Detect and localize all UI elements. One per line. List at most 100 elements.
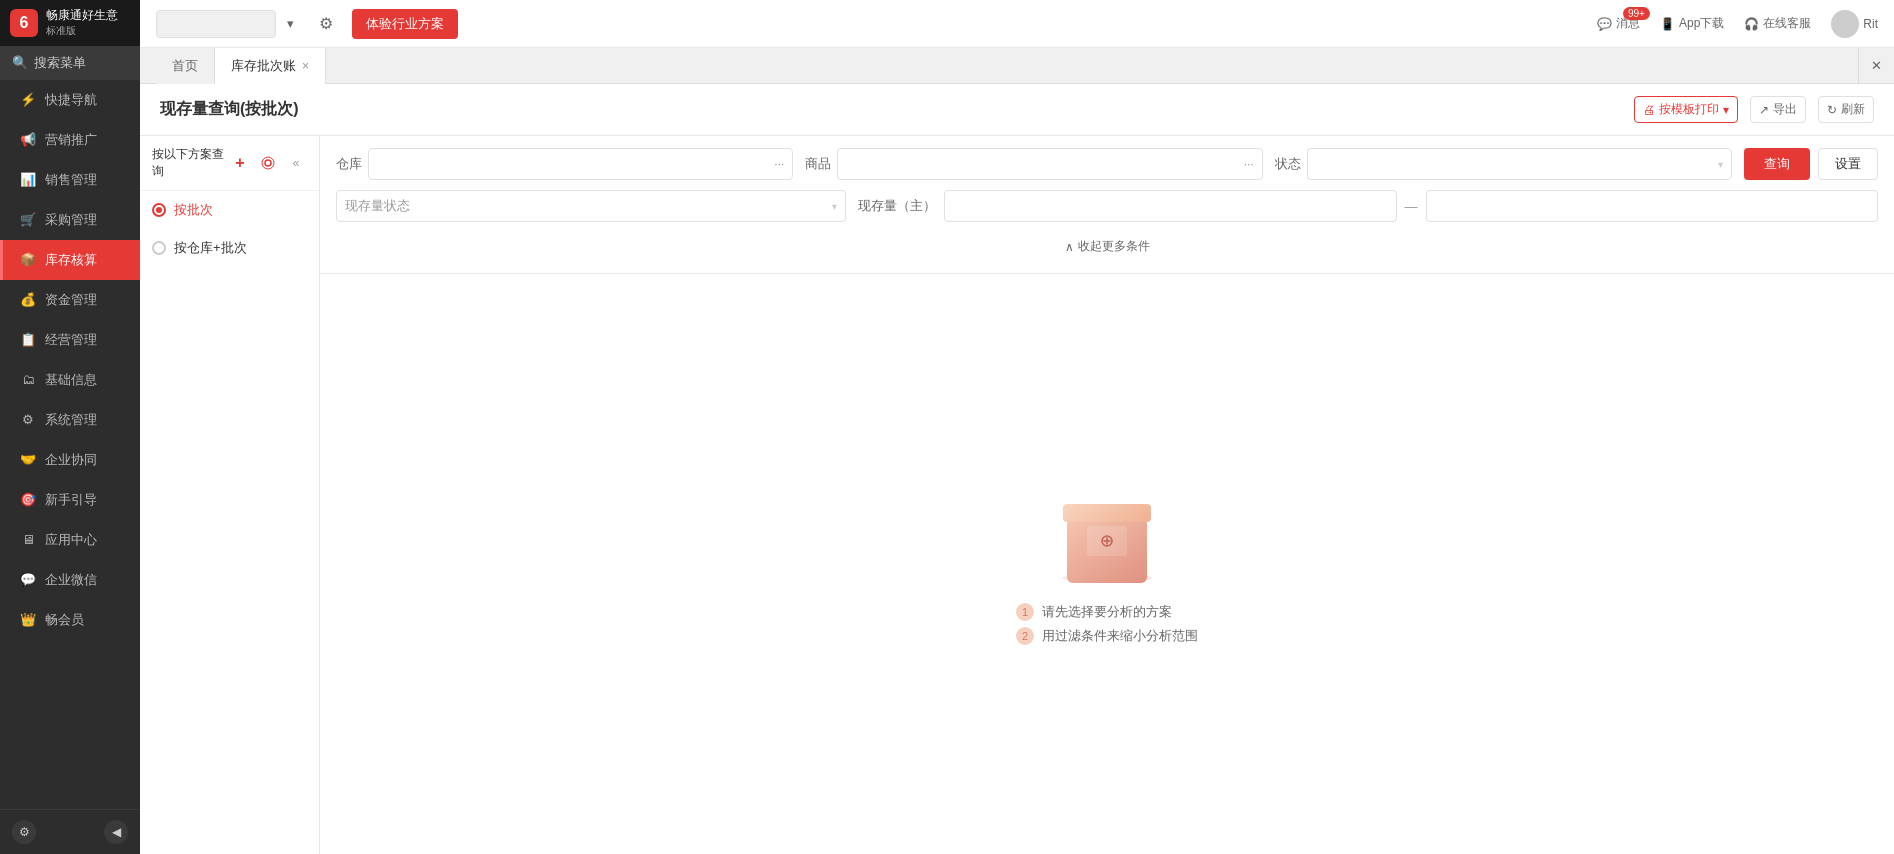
quantity-min-input[interactable] <box>945 199 1396 214</box>
svg-point-1 <box>262 157 274 169</box>
left-panel-title: 按以下方案查询 <box>152 146 229 180</box>
wechat-icon: 💬 <box>19 571 37 589</box>
status-field: 状态 ▾ <box>1275 148 1732 180</box>
online-service-btn[interactable]: 🎧 在线客服 <box>1744 15 1811 32</box>
left-panel: 按以下方案查询 + « 按批次 <box>140 136 320 854</box>
export-label: 导出 <box>1773 101 1797 118</box>
topbar-dropdown-btn[interactable]: ▾ <box>280 14 300 34</box>
app-edition: 标准版 <box>46 24 118 38</box>
refresh-btn[interactable]: ↻ 刷新 <box>1818 96 1874 123</box>
left-panel-actions: + « <box>229 152 307 174</box>
sidebar-item-inventory[interactable]: 📦 库存核算 <box>0 240 140 280</box>
inventory-icon: 📦 <box>19 251 37 269</box>
sidebar-item-quick-nav[interactable]: ⚡ 快捷导航 <box>0 80 140 120</box>
tab-inventory-batch[interactable]: 库存批次账 × <box>215 48 326 84</box>
search-menu-btn[interactable]: 🔍 搜索菜单 <box>0 46 140 80</box>
sidebar-item-newbie[interactable]: 🎯 新手引导 <box>0 480 140 520</box>
export-btn[interactable]: ↗ 导出 <box>1750 96 1806 123</box>
sidebar-footer: ⚙ ◀ <box>0 809 140 854</box>
app-download-btn[interactable]: 📱 App下载 <box>1660 15 1724 32</box>
sidebar-item-label: 销售管理 <box>45 171 97 189</box>
printer-icon: 🖨 <box>1643 103 1655 117</box>
warehouse-field: 仓库 ··· <box>336 148 793 180</box>
product-label: 商品 <box>805 155 831 173</box>
sidebar-item-label: 新手引导 <box>45 491 97 509</box>
status-select[interactable]: ▾ <box>1307 148 1732 180</box>
product-input[interactable] <box>838 157 1235 172</box>
sidebar-item-purchase[interactable]: 🛒 采购管理 <box>0 200 140 240</box>
username-label: Rit <box>1863 17 1878 31</box>
scheme-settings-btn[interactable] <box>257 152 279 174</box>
experience-btn[interactable]: 体验行业方案 <box>352 9 458 39</box>
sidebar-item-marketing[interactable]: 📢 营销推广 <box>0 120 140 160</box>
message-icon: 💬 <box>1597 17 1612 31</box>
hint-num-1: 1 <box>1016 603 1034 621</box>
sidebar-item-member[interactable]: 👑 畅会员 <box>0 600 140 640</box>
add-scheme-btn[interactable]: + <box>229 152 251 174</box>
phone-icon: 📱 <box>1660 17 1675 31</box>
sidebar-item-enterprise-wechat[interactable]: 💬 企业微信 <box>0 560 140 600</box>
quantity-min-input-wrap[interactable] <box>944 190 1397 222</box>
tab-close-all-btn[interactable]: ✕ <box>1858 48 1894 84</box>
marketing-icon: 📢 <box>19 131 37 149</box>
sidebar-item-app-center[interactable]: 🖥 应用中心 <box>0 520 140 560</box>
collapse-label: 收起更多条件 <box>1078 238 1150 255</box>
tab-close-btn[interactable]: × <box>302 59 309 73</box>
search-icon: 🔍 <box>12 55 28 70</box>
sidebar-item-label: 系统管理 <box>45 411 97 429</box>
tab-home[interactable]: 首页 <box>156 48 215 84</box>
product-more-icon[interactable]: ··· <box>1236 157 1262 171</box>
topbar: ▾ ⚙ 体验行业方案 💬 消息 99+ 📱 App下载 🎧 在线客服 Rit <box>140 0 1894 48</box>
quantity-dash: — <box>1397 199 1426 214</box>
search-menu-label: 搜索菜单 <box>34 54 86 72</box>
export-icon: ↗ <box>1759 103 1769 117</box>
sidebar-item-label: 采购管理 <box>45 211 97 229</box>
scheme-item-label: 按仓库+批次 <box>174 239 247 257</box>
content-area: 现存量查询(按批次) 🖨 按模板打印 ▾ ↗ 导出 ↻ 刷新 <box>140 84 1894 854</box>
sidebar-item-finance[interactable]: 💰 资金管理 <box>0 280 140 320</box>
sidebar-item-label: 经营管理 <box>45 331 97 349</box>
body-split: 按以下方案查询 + « 按批次 <box>140 136 1894 854</box>
sidebar-collapse-btn[interactable]: ◀ <box>104 820 128 844</box>
messages-btn[interactable]: 💬 消息 99+ <box>1597 15 1640 32</box>
refresh-icon: ↻ <box>1827 103 1837 117</box>
query-btn[interactable]: 查询 <box>1744 148 1810 180</box>
quick-nav-icon: ⚡ <box>19 91 37 109</box>
topbar-gear-btn[interactable]: ⚙ <box>312 10 340 38</box>
hint-num-2: 2 <box>1016 627 1034 645</box>
sidebar-item-enterprise-collab[interactable]: 🤝 企业协同 <box>0 440 140 480</box>
warehouse-label: 仓库 <box>336 155 362 173</box>
print-btn[interactable]: 🖨 按模板打印 ▾ <box>1634 96 1738 123</box>
quantity-max-input[interactable] <box>1427 199 1878 214</box>
hint-2: 2 用过滤条件来缩小分析范围 <box>1016 627 1198 645</box>
sidebar-settings-btn[interactable]: ⚙ <box>12 820 36 844</box>
warehouse-input-wrap[interactable]: ··· <box>368 148 793 180</box>
messages-badge: 99+ <box>1623 7 1650 20</box>
settings-btn[interactable]: 设置 <box>1818 148 1878 180</box>
product-input-wrap[interactable]: ··· <box>837 148 1262 180</box>
sidebar-item-sales[interactable]: 📊 销售管理 <box>0 160 140 200</box>
warehouse-input[interactable] <box>369 157 766 172</box>
sidebar-item-base-info[interactable]: 🗂 基础信息 <box>0 360 140 400</box>
radio-by-warehouse-batch <box>152 241 166 255</box>
quantity-max-input-wrap[interactable] <box>1426 190 1879 222</box>
newbie-icon: 🎯 <box>19 491 37 509</box>
inventory-status-select[interactable]: 现存量状态 ▾ <box>336 190 846 222</box>
scheme-item-by-warehouse-batch[interactable]: 按仓库+批次 <box>140 229 319 267</box>
base-info-icon: 🗂 <box>19 371 37 389</box>
inventory-status-field: 现存量状态 ▾ <box>336 190 846 222</box>
filter-row-2: 现存量状态 ▾ 现存量（主） — <box>336 190 1878 222</box>
collapse-left-btn[interactable]: « <box>285 152 307 174</box>
collapse-more-btn[interactable]: ∧ 收起更多条件 <box>336 232 1878 261</box>
empty-hints: 1 请先选择要分析的方案 2 用过滤条件来缩小分析范围 <box>1016 603 1198 645</box>
sidebar-item-operations[interactable]: 📋 经营管理 <box>0 320 140 360</box>
user-avatar-btn[interactable]: Rit <box>1831 10 1878 38</box>
left-panel-header: 按以下方案查询 + « <box>140 136 319 191</box>
finance-icon: 💰 <box>19 291 37 309</box>
scheme-item-by-batch[interactable]: 按批次 <box>140 191 319 229</box>
filter-row-1: 仓库 ··· 商品 ··· 状态 <box>336 148 1878 180</box>
sidebar-item-system[interactable]: ⚙ 系统管理 <box>0 400 140 440</box>
status-label: 状态 <box>1275 155 1301 173</box>
system-icon: ⚙ <box>19 411 37 429</box>
warehouse-more-icon[interactable]: ··· <box>766 157 792 171</box>
